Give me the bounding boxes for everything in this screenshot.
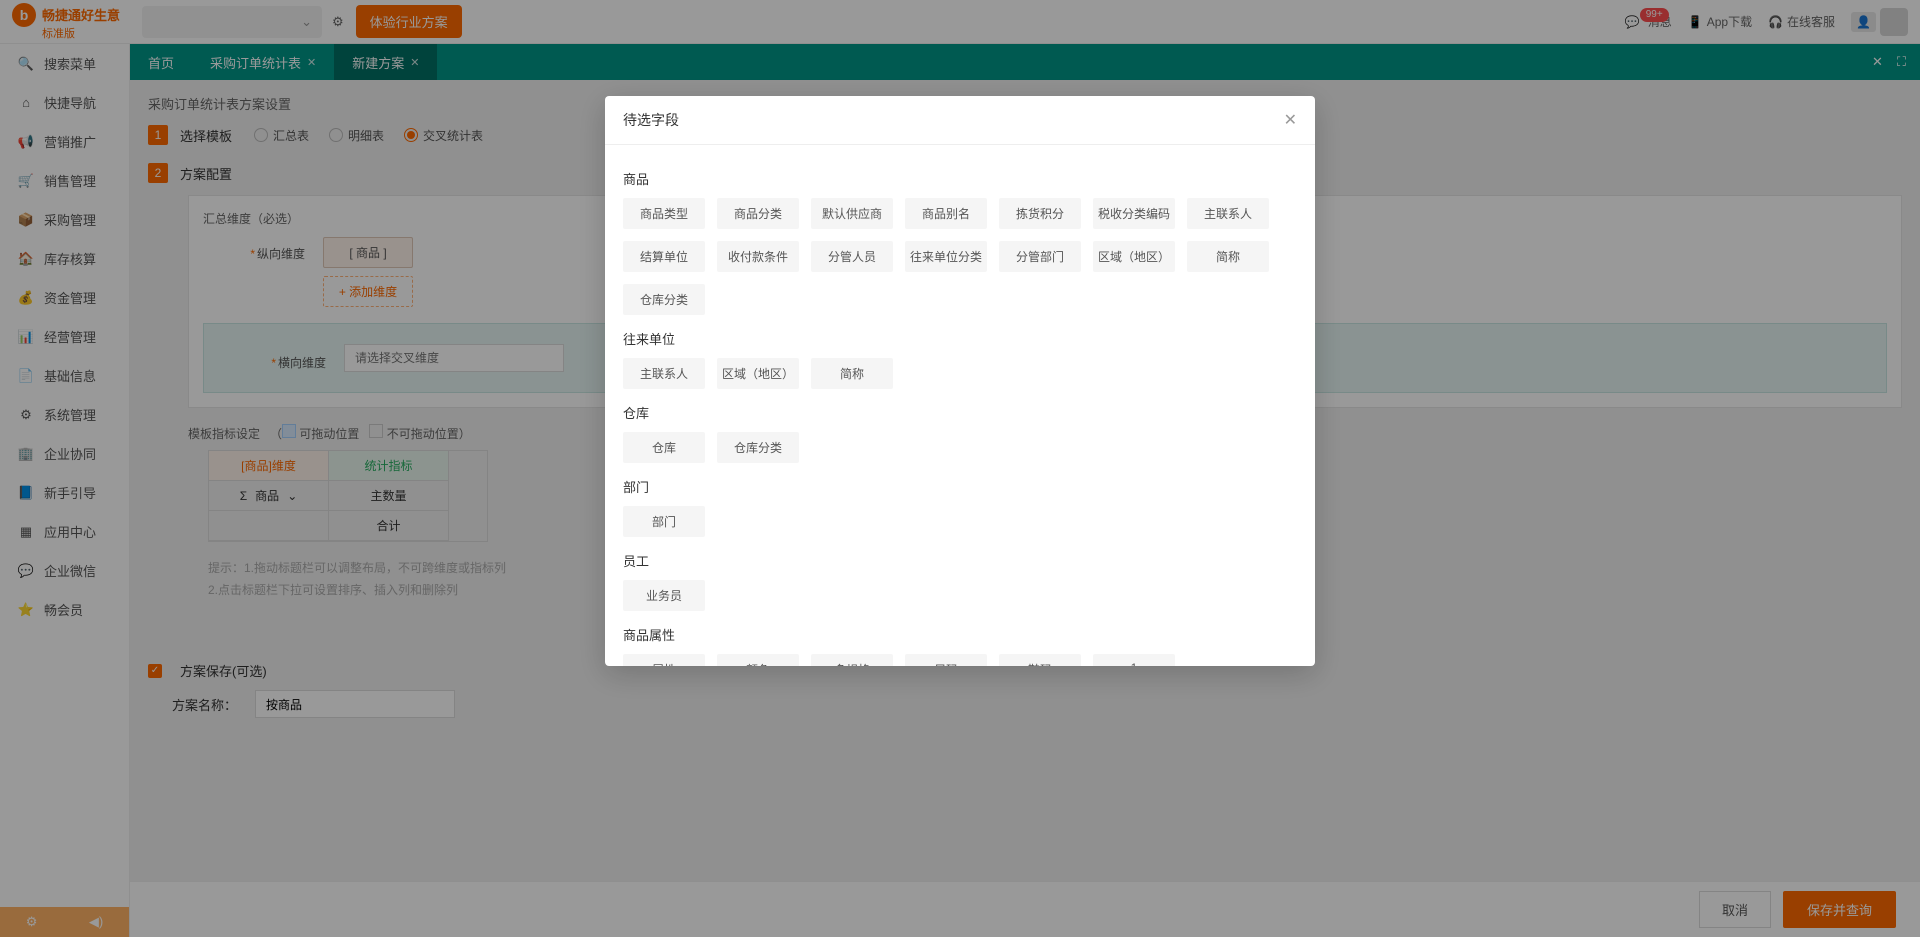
field-tag[interactable]: 区域（地区） <box>717 358 799 389</box>
field-tag[interactable]: 仓库分类 <box>717 432 799 463</box>
field-group-title: 往来单位 <box>623 329 1297 348</box>
field-tags: 商品类型商品分类默认供应商商品别名拣货积分税收分类编码主联系人结算单位收付款条件… <box>623 198 1297 315</box>
field-tag[interactable]: 结算单位 <box>623 241 705 272</box>
field-tags: 业务员 <box>623 580 1297 611</box>
field-tag[interactable]: 商品类型 <box>623 198 705 229</box>
modal-header: 待选字段 ✕ <box>605 96 1315 145</box>
field-tag[interactable]: 区域（地区） <box>1093 241 1175 272</box>
field-group-4: 员工业务员 <box>623 551 1297 611</box>
field-tag[interactable]: 多规格 <box>811 654 893 666</box>
field-group-title: 部门 <box>623 477 1297 496</box>
field-tag[interactable]: 仓库分类 <box>623 284 705 315</box>
field-tag[interactable]: 部门 <box>623 506 705 537</box>
field-group-title: 商品属性 <box>623 625 1297 644</box>
field-tag[interactable]: 颜色 <box>717 654 799 666</box>
field-tag[interactable]: 默认供应商 <box>811 198 893 229</box>
field-tags: 部门 <box>623 506 1297 537</box>
field-group-5: 商品属性属性颜色多规格尺码鞋码 1 <box>623 625 1297 666</box>
modal-close-icon[interactable]: ✕ <box>1284 110 1297 130</box>
modal-body: 商品商品类型商品分类默认供应商商品别名拣货积分税收分类编码主联系人结算单位收付款… <box>605 145 1315 666</box>
field-group-title: 商品 <box>623 169 1297 188</box>
field-tag[interactable]: 1 <box>1093 654 1175 666</box>
field-tag[interactable]: 收付款条件 <box>717 241 799 272</box>
field-group-title: 仓库 <box>623 403 1297 422</box>
field-group-2: 仓库仓库仓库分类 <box>623 403 1297 463</box>
field-tag[interactable]: 仓库 <box>623 432 705 463</box>
field-tags: 主联系人区域（地区） 简称 <box>623 358 1297 389</box>
field-group-1: 往来单位主联系人区域（地区） 简称 <box>623 329 1297 389</box>
field-tag[interactable]: 简称 <box>1187 241 1269 272</box>
field-tag[interactable]: 主联系人 <box>623 358 705 389</box>
field-tag[interactable]: 属性 <box>623 654 705 666</box>
field-tags: 仓库仓库分类 <box>623 432 1297 463</box>
field-tag[interactable]: 鞋码 <box>999 654 1081 666</box>
field-tag[interactable]: 商品分类 <box>717 198 799 229</box>
field-tag[interactable]: 分管部门 <box>999 241 1081 272</box>
field-tag[interactable]: 业务员 <box>623 580 705 611</box>
field-tag[interactable]: 税收分类编码 <box>1093 198 1175 229</box>
field-group-title: 员工 <box>623 551 1297 570</box>
field-tag[interactable]: 拣货积分 <box>999 198 1081 229</box>
field-tags: 属性颜色多规格尺码鞋码 1 <box>623 654 1297 666</box>
field-tag[interactable]: 商品别名 <box>905 198 987 229</box>
field-selector-modal: 待选字段 ✕ 商品商品类型商品分类默认供应商商品别名拣货积分税收分类编码主联系人… <box>605 96 1315 666</box>
field-tag[interactable]: 主联系人 <box>1187 198 1269 229</box>
field-tag[interactable]: 尺码 <box>905 654 987 666</box>
modal-title: 待选字段 <box>623 110 679 130</box>
field-tag[interactable]: 分管人员 <box>811 241 893 272</box>
field-group-0: 商品商品类型商品分类默认供应商商品别名拣货积分税收分类编码主联系人结算单位收付款… <box>623 169 1297 315</box>
field-group-3: 部门部门 <box>623 477 1297 537</box>
field-tag[interactable]: 往来单位分类 <box>905 241 987 272</box>
field-tag[interactable]: 简称 <box>811 358 893 389</box>
